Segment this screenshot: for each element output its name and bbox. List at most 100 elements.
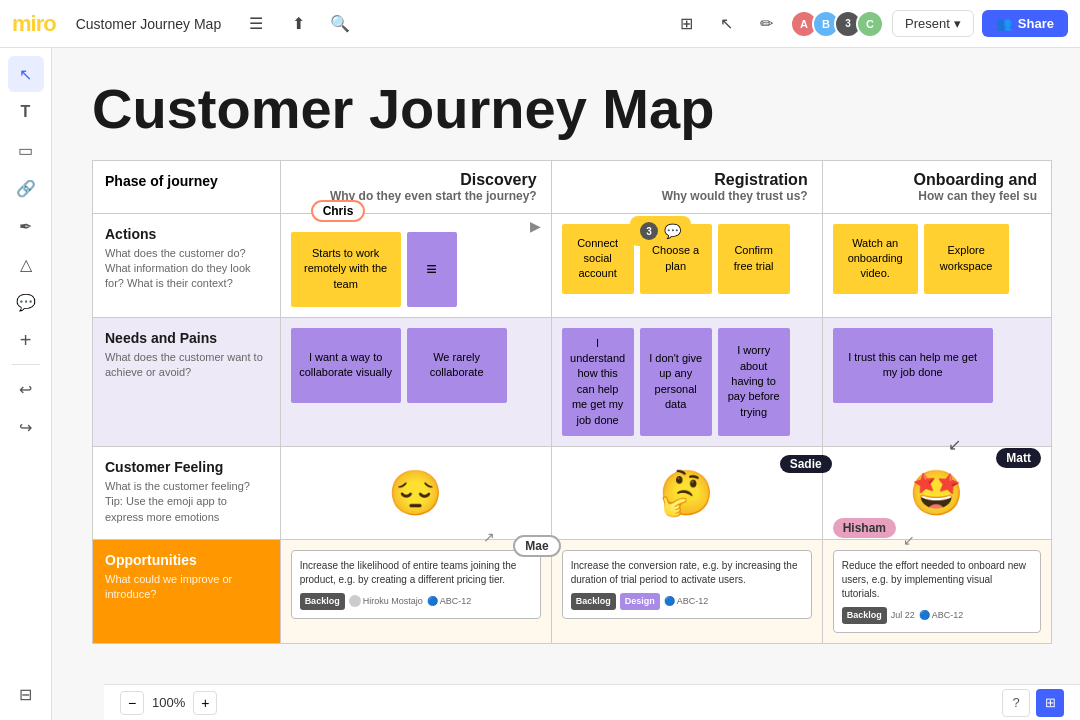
opp-discovery-text: Increase the likelihood of entire teams …	[300, 559, 532, 587]
avatar-3: C	[856, 10, 884, 38]
registration-header: Registration Why would they trust us?	[551, 160, 822, 213]
tool-pages[interactable]: ⊟	[8, 676, 44, 712]
toolbar: miro Customer Journey Map ☰ ⬆ 🔍 ⊞ ↖ ✏ A …	[0, 0, 1080, 48]
ticket-id: ABC-12	[932, 610, 964, 620]
tool-pen[interactable]: ✒	[8, 208, 44, 244]
feeling-registration-emoji: 🤔	[562, 457, 812, 529]
map-title: Customer Journey Map	[92, 78, 1040, 140]
opp-reg-ticket: 🔵 ABC-12	[664, 595, 709, 608]
tag-backlog: Backlog	[842, 607, 887, 624]
sticky-note[interactable]: Confirm free trial	[718, 224, 790, 294]
hisham-cursor-label: Hisham	[833, 518, 896, 538]
sticky-note[interactable]: I want a way to collaborate visually	[291, 328, 401, 403]
user-avatar-small	[349, 595, 361, 607]
needs-discovery-stickies: I want a way to collaborate visually We …	[291, 328, 541, 403]
opportunities-row: Opportunities What could we improve or i…	[93, 539, 1052, 643]
miro-logo: miro	[12, 11, 56, 37]
hisham-cursor-arrow: ↙	[903, 532, 915, 548]
tag-backlog: Backlog	[571, 593, 616, 610]
search-button[interactable]: 🔍	[325, 9, 355, 39]
comment-sticky[interactable]: ≡	[407, 232, 457, 307]
comment-icon: 💬	[664, 223, 681, 239]
sticky-note[interactable]: We rarely collaborate	[407, 328, 507, 403]
needs-row: Needs and Pains What does the customer w…	[93, 317, 1052, 446]
needs-registration-stickies: I understand how this can help me get my…	[562, 328, 812, 436]
opps-label-title: Opportunities	[105, 552, 268, 568]
bottom-bar: − 100% + ? ⊞	[104, 684, 1080, 720]
zoom-level-display: 100%	[152, 695, 185, 710]
fit-to-screen-button[interactable]: ⊞	[1036, 689, 1064, 717]
tool-add[interactable]: +	[8, 322, 44, 358]
tool-select[interactable]: ↖	[8, 56, 44, 92]
tool-sticky[interactable]: ▭	[8, 132, 44, 168]
registration-sub: Why would they trust us?	[566, 189, 808, 203]
sticky-note[interactable]: Explore workspace	[924, 224, 1009, 294]
opp-onb-date: Jul 22	[891, 609, 915, 622]
opps-onboarding-cell: Hisham ↙ Reduce the effort needed to onb…	[822, 539, 1051, 643]
opps-label-cell: Opportunities What could we improve or i…	[93, 539, 281, 643]
ticket-id: ABC-12	[440, 595, 472, 608]
menu-button[interactable]: ☰	[241, 9, 271, 39]
actions-label-title: Actions	[105, 226, 268, 242]
canvas: Customer Journey Map Bea ↙ 3 💬 Phase of …	[52, 48, 1080, 720]
sticky-note[interactable]: Starts to work remotely with the team	[291, 232, 401, 307]
tool-undo[interactable]: ↩	[8, 371, 44, 407]
feeling-discovery-cell: 😔 Mae ↗	[280, 446, 551, 539]
ticket-id: ABC-12	[677, 596, 709, 606]
comment-indicator[interactable]: 3 💬	[630, 216, 691, 246]
sticky-note[interactable]: I worry about having to pay before tryin…	[718, 328, 790, 436]
opp-onb-ticket: 🔵 ABC-12	[919, 609, 964, 622]
zoom-in-button[interactable]: +	[193, 691, 217, 715]
feeling-discovery-emoji: 😔	[291, 457, 541, 529]
zoom-out-button[interactable]: −	[120, 691, 144, 715]
opportunity-card[interactable]: Increase the conversion rate, e.g. by in…	[562, 550, 812, 619]
tool-comment[interactable]: 💬	[8, 284, 44, 320]
phase-header: Phase of journey	[93, 160, 281, 213]
matt-cursor-label: Matt	[996, 448, 1041, 468]
sticky-note[interactable]: I trust this can help me get my job done	[833, 328, 993, 403]
sticky-note[interactable]: I understand how this can help me get my…	[562, 328, 634, 436]
share-button[interactable]: 👥 Share	[982, 10, 1068, 37]
needs-label-cell: Needs and Pains What does the customer w…	[93, 317, 281, 446]
cursor-tool-button[interactable]: ↖	[710, 8, 742, 40]
tool-link[interactable]: 🔗	[8, 170, 44, 206]
sticky-note[interactable]: I don't give up any personal data	[640, 328, 712, 436]
opp-registration-text: Increase the conversion rate, e.g. by in…	[571, 559, 803, 587]
opp-discovery-tags: Backlog Hiroku Mostajo 🔵 ABC-12	[300, 593, 532, 610]
needs-onboarding-cell: I trust this can help me get my job done…	[822, 317, 1051, 446]
bottom-right-icons: ? ⊞	[1002, 689, 1064, 717]
tool-text[interactable]: T	[8, 94, 44, 130]
present-label: Present	[905, 16, 950, 31]
journey-table-container: Phase of journey Discovery Why do they e…	[92, 160, 1040, 644]
opportunity-card[interactable]: Reduce the effort needed to onboard new …	[833, 550, 1041, 633]
share-upload-button[interactable]: ⬆	[283, 9, 313, 39]
share-label: Share	[1018, 16, 1054, 31]
needs-onboarding-stickies: I trust this can help me get my job done	[833, 328, 1041, 403]
opp-registration-tags: Backlog Design 🔵 ABC-12	[571, 593, 803, 610]
opportunity-card[interactable]: Increase the likelihood of entire teams …	[291, 550, 541, 619]
present-button[interactable]: Present ▾	[892, 10, 974, 37]
opps-label-sub: What could we improve or introduce?	[105, 572, 268, 603]
brush-tool-button[interactable]: ✏	[750, 8, 782, 40]
mae-cursor-arrow: ↗	[483, 529, 495, 545]
matt-cursor-arrow: ↙	[948, 435, 961, 454]
table-header-row: Phase of journey Discovery Why do they e…	[93, 160, 1052, 213]
onboarding-title: Onboarding and	[837, 171, 1037, 189]
onboarding-sub: How can they feel su	[837, 189, 1037, 203]
actions-onboarding-stickies: Watch an onboarding video. Explore works…	[833, 224, 1041, 294]
sticky-note[interactable]: Connect social account	[562, 224, 634, 294]
grid-view-button[interactable]: ⊞	[670, 8, 702, 40]
tag-backlog: Backlog	[300, 593, 345, 610]
registration-title: Registration	[566, 171, 808, 189]
mae-cursor-label: Mae	[513, 535, 560, 557]
sadie-cursor-label: Sadie	[780, 455, 832, 473]
needs-label-title: Needs and Pains	[105, 330, 268, 346]
chris-cursor-arrow: ▶	[530, 218, 541, 234]
phase-header-text: Phase of journey	[105, 173, 218, 189]
sticky-note[interactable]: Watch an onboarding video.	[833, 224, 918, 294]
help-button[interactable]: ?	[1002, 689, 1030, 717]
opp-user-name: Hiroku Mostajo	[363, 595, 423, 608]
comment-count-badge: 3	[640, 222, 658, 240]
tool-redo[interactable]: ↪	[8, 409, 44, 445]
tool-shape[interactable]: △	[8, 246, 44, 282]
